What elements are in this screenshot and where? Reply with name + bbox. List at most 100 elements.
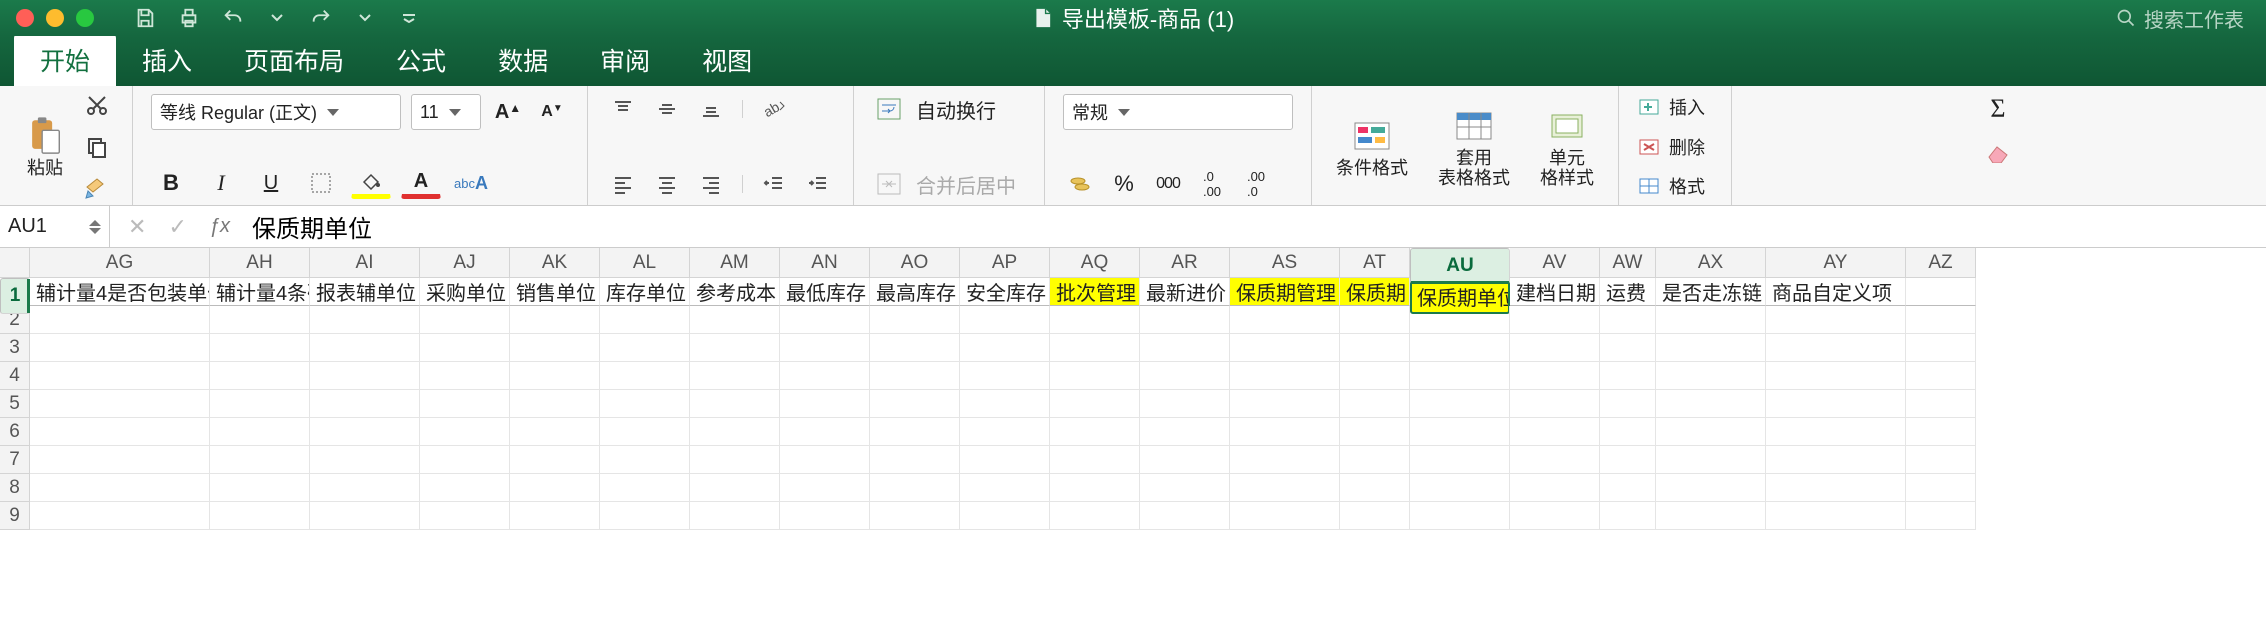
cell[interactable] <box>30 362 210 390</box>
cell[interactable] <box>1510 306 1600 334</box>
cell[interactable] <box>1230 390 1340 418</box>
row-header[interactable]: 9 <box>0 502 30 530</box>
cell[interactable] <box>1050 446 1140 474</box>
cell[interactable] <box>1340 502 1410 530</box>
cell[interactable] <box>1140 418 1230 446</box>
cell[interactable] <box>1410 446 1510 474</box>
align-left-button[interactable] <box>606 169 640 199</box>
cell[interactable] <box>1906 390 1976 418</box>
cell[interactable] <box>1766 390 1906 418</box>
cell[interactable] <box>1510 390 1600 418</box>
cell[interactable] <box>1230 334 1340 362</box>
cell[interactable] <box>960 390 1050 418</box>
cell[interactable] <box>420 362 510 390</box>
cell[interactable] <box>870 418 960 446</box>
cell[interactable] <box>960 418 1050 446</box>
cell[interactable] <box>420 502 510 530</box>
cell[interactable] <box>1340 474 1410 502</box>
cell[interactable] <box>510 306 600 334</box>
cell[interactable] <box>210 502 310 530</box>
tab-insert[interactable]: 插入 <box>116 34 218 86</box>
underline-button[interactable]: U <box>251 167 291 199</box>
cell[interactable] <box>30 334 210 362</box>
cell[interactable] <box>1656 418 1766 446</box>
cell[interactable] <box>510 418 600 446</box>
cell[interactable] <box>1340 418 1410 446</box>
cell[interactable] <box>960 362 1050 390</box>
decrease-indent-button[interactable] <box>757 169 791 199</box>
row-header[interactable]: 5 <box>0 390 30 418</box>
cell[interactable] <box>960 306 1050 334</box>
cell[interactable] <box>30 390 210 418</box>
cell[interactable] <box>1766 474 1906 502</box>
cell[interactable] <box>1600 390 1656 418</box>
cell[interactable] <box>870 306 960 334</box>
cell[interactable] <box>1656 474 1766 502</box>
cell[interactable] <box>310 418 420 446</box>
cell[interactable] <box>510 446 600 474</box>
cell[interactable] <box>1656 306 1766 334</box>
cell[interactable]: 库存单位 <box>600 278 690 306</box>
undo-dropdown-icon[interactable] <box>266 7 288 29</box>
column-header[interactable]: AJ <box>420 248 510 278</box>
cell[interactable] <box>690 334 780 362</box>
accept-formula-button[interactable]: ✓ <box>168 214 186 240</box>
font-name-select[interactable]: 等线 Regular (正文) <box>151 94 401 130</box>
cell[interactable] <box>1600 306 1656 334</box>
tab-review[interactable]: 审阅 <box>574 34 676 86</box>
cell-styles-button[interactable]: 单元 格样式 <box>1534 101 1600 193</box>
cell[interactable] <box>600 502 690 530</box>
cell[interactable] <box>960 446 1050 474</box>
decrease-font-button[interactable]: A▼ <box>535 97 569 127</box>
cell[interactable]: 辅计量4是否包装单位 <box>30 278 210 306</box>
column-header[interactable]: AL <box>600 248 690 278</box>
cell[interactable] <box>960 474 1050 502</box>
cell[interactable] <box>780 474 870 502</box>
cell[interactable]: 最高库存 <box>870 278 960 306</box>
cell[interactable] <box>870 446 960 474</box>
cell[interactable] <box>210 362 310 390</box>
cell[interactable] <box>780 502 870 530</box>
cell[interactable] <box>1050 474 1140 502</box>
cell[interactable]: 最低库存 <box>780 278 870 306</box>
cell[interactable]: 批次管理 <box>1050 278 1140 306</box>
cell[interactable] <box>1230 502 1340 530</box>
align-middle-button[interactable] <box>650 94 684 124</box>
column-header[interactable]: AP <box>960 248 1050 278</box>
column-header[interactable]: AW <box>1600 248 1656 278</box>
cell[interactable]: 安全库存 <box>960 278 1050 306</box>
wrap-text-button[interactable]: 自动换行 <box>916 95 996 124</box>
cell[interactable] <box>1230 362 1340 390</box>
cell[interactable] <box>30 502 210 530</box>
spreadsheet-grid[interactable]: AGAHAIAJAKALAMANAOAPAQARASATAUAVAWAXAYAZ… <box>0 248 2266 530</box>
name-box[interactable]: AU1 <box>0 206 110 247</box>
cell[interactable] <box>420 418 510 446</box>
cell[interactable] <box>1140 334 1230 362</box>
autosum-button[interactable]: Σ <box>1981 94 2015 124</box>
cell[interactable] <box>1340 306 1410 334</box>
cell[interactable] <box>1510 474 1600 502</box>
cell[interactable]: 报表辅单位 <box>310 278 420 306</box>
column-header[interactable]: AT <box>1340 248 1410 278</box>
cell[interactable] <box>1906 278 1976 306</box>
column-header[interactable]: AK <box>510 248 600 278</box>
conditional-formatting-button[interactable]: 条件格式 <box>1330 111 1414 183</box>
cell[interactable] <box>1230 306 1340 334</box>
cell[interactable] <box>780 306 870 334</box>
cell[interactable] <box>210 306 310 334</box>
border-button[interactable] <box>301 167 341 199</box>
select-all-corner[interactable] <box>0 248 30 278</box>
cell[interactable] <box>210 474 310 502</box>
cell[interactable] <box>210 390 310 418</box>
fx-icon[interactable]: ƒx <box>209 215 230 238</box>
cell[interactable] <box>780 418 870 446</box>
cell[interactable] <box>1656 446 1766 474</box>
font-size-select[interactable]: 11 <box>411 94 481 130</box>
cell[interactable]: 保质期 <box>1340 278 1410 306</box>
align-right-button[interactable] <box>694 169 728 199</box>
cell[interactable] <box>1410 418 1510 446</box>
cell[interactable] <box>30 474 210 502</box>
cell[interactable]: 建档日期 <box>1510 278 1600 306</box>
cell[interactable]: 保质期管理 <box>1230 278 1340 306</box>
cell[interactable] <box>1906 306 1976 334</box>
